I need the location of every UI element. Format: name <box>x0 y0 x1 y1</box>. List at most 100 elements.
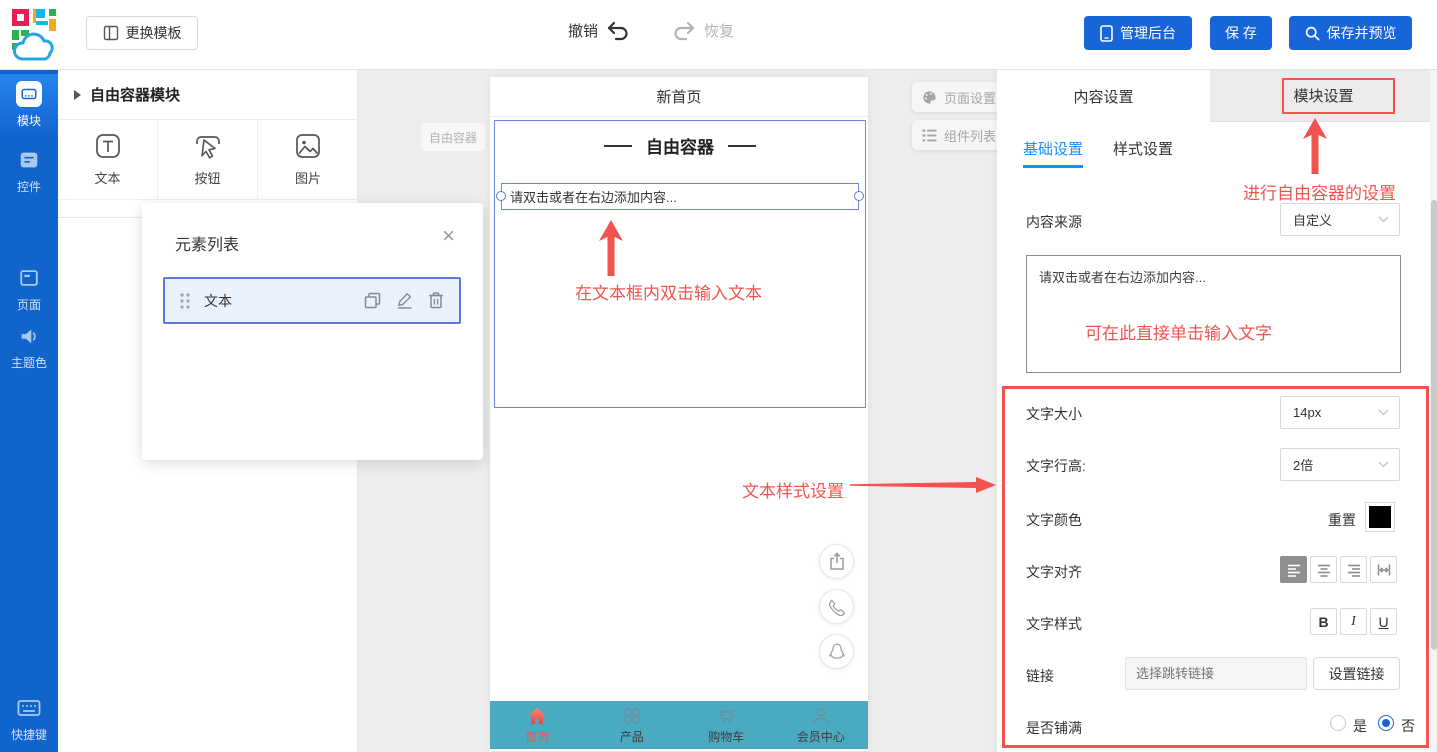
tab-module-settings[interactable]: 模块设置 <box>1210 70 1437 122</box>
save-preview-label: 保存并预览 <box>1327 23 1397 43</box>
annotation-type-here: 可在此直接单击输入文字 <box>1085 319 1272 344</box>
controls-icon <box>16 147 42 173</box>
tab-content-settings[interactable]: 内容设置 <box>997 70 1210 122</box>
font-size-select[interactable]: 14px <box>1280 396 1400 429</box>
nav-item-label: 首页 <box>525 728 549 745</box>
fill-yes-label[interactable]: 是 <box>1353 716 1367 736</box>
text-color-label: 文字颜色 <box>1026 510 1082 530</box>
sidebar-item-modules[interactable]: 模块 <box>0 74 58 136</box>
title-dash-right <box>728 145 756 147</box>
align-center-button[interactable] <box>1310 556 1337 583</box>
sidebar-item-label: 快捷键 <box>11 726 47 743</box>
page-title-bar: 新首页 <box>490 77 868 117</box>
sidebar-item-shortcuts[interactable]: 快捷键 <box>0 688 58 750</box>
close-icon[interactable]: × <box>442 225 455 247</box>
undo-icon <box>606 21 630 41</box>
align-right-icon <box>1346 562 1362 578</box>
undo-button[interactable]: 撤销 <box>568 20 630 41</box>
container-chip-label: 自由容器 <box>429 129 477 146</box>
set-link-button[interactable]: 设置链接 <box>1313 657 1400 690</box>
link-input[interactable] <box>1125 657 1307 690</box>
italic-button[interactable]: I <box>1340 608 1367 635</box>
redo-icon <box>672 21 696 41</box>
chevron-down-icon <box>1378 461 1389 468</box>
line-height-label: 文字行高: <box>1026 456 1086 476</box>
subtab-style-settings[interactable]: 样式设置 <box>1113 122 1173 174</box>
save-button[interactable]: 保 存 <box>1210 16 1272 50</box>
change-template-button[interactable]: 更换模板 <box>86 16 198 50</box>
color-reset-button[interactable]: 重置 <box>1328 510 1356 530</box>
fill-no-label[interactable]: 否 <box>1401 716 1415 736</box>
subtab-basic-settings[interactable]: 基础设置 <box>1023 122 1083 174</box>
edit-icon[interactable] <box>395 291 414 310</box>
module-item-text[interactable]: 文本 <box>58 120 158 199</box>
logo-icon <box>9 5 59 63</box>
nav-item-label: 产品 <box>620 728 644 745</box>
keyboard-icon <box>16 695 42 721</box>
admin-backend-label: 管理后台 <box>1120 23 1176 43</box>
nav-item-label: 会员中心 <box>797 728 845 745</box>
align-right-button[interactable] <box>1340 556 1367 583</box>
sidebar-item-theme[interactable]: 主题色 <box>0 316 58 378</box>
home-icon <box>526 706 548 726</box>
nav-item-products[interactable]: 产品 <box>585 701 680 749</box>
text-element[interactable]: 请双击或者在右边添加内容... <box>501 183 859 210</box>
module-item-label: 图片 <box>295 168 321 187</box>
sidebar-item-label: 主题色 <box>11 354 47 371</box>
nav-item-member[interactable]: 会员中心 <box>774 701 869 749</box>
products-icon <box>621 706 643 726</box>
page-title: 新首页 <box>656 86 701 107</box>
module-item-image[interactable]: 图片 <box>258 120 358 199</box>
sidebar-item-controls[interactable]: 控件 <box>0 140 58 202</box>
panel-scrollbar-thumb[interactable] <box>1431 200 1437 650</box>
share-fab[interactable] <box>819 544 854 579</box>
align-left-button[interactable] <box>1280 556 1307 583</box>
save-preview-button[interactable]: 保存并预览 <box>1289 16 1412 50</box>
fill-no-radio[interactable] <box>1378 715 1394 731</box>
content-textarea[interactable]: 请双击或者在右边添加内容... 可在此直接单击输入文字 <box>1026 255 1401 373</box>
free-container-module[interactable]: 自由容器 请双击或者在右边添加内容... <box>494 120 866 408</box>
page-settings-button[interactable]: 页面设置 <box>912 82 1004 112</box>
left-rail: 模块 控件 页面 主题色 快捷键 <box>0 70 58 752</box>
element-item-label: 文本 <box>204 291 350 311</box>
content-source-select[interactable]: 自定义 <box>1280 203 1400 236</box>
resize-handle-right[interactable] <box>854 191 864 201</box>
resize-handle-left[interactable] <box>496 191 506 201</box>
modules-icon <box>16 81 42 107</box>
modules-panel-header[interactable]: 自由容器模块 <box>58 70 358 120</box>
top-bar: 更换模板 撤销 恢复 管理后台 保 存 <box>0 0 1437 70</box>
bottom-nav: 首页 产品 购物车 <box>490 701 868 749</box>
element-list-item-text[interactable]: 文本 <box>163 277 461 324</box>
bold-button[interactable]: B <box>1310 608 1337 635</box>
editor-window: 更换模板 撤销 恢复 管理后台 保 存 <box>0 0 1437 752</box>
element-list-title: 元素列表 <box>175 231 239 255</box>
color-swatch[interactable] <box>1365 502 1395 532</box>
fill-yes-radio[interactable] <box>1330 715 1346 731</box>
align-stretch-icon <box>1376 562 1392 578</box>
nav-item-cart[interactable]: 购物车 <box>679 701 774 749</box>
list-icon <box>922 129 937 142</box>
cart-icon <box>715 706 737 726</box>
admin-backend-button[interactable]: 管理后台 <box>1084 16 1192 50</box>
phone-fab[interactable] <box>819 589 854 624</box>
duplicate-icon[interactable] <box>363 291 382 310</box>
red-arrow-up-tab <box>1300 118 1330 176</box>
qq-fab[interactable] <box>819 634 854 669</box>
page-settings-label: 页面设置 <box>944 88 996 107</box>
delete-icon[interactable] <box>427 291 445 310</box>
line-height-select[interactable]: 2倍 <box>1280 448 1400 481</box>
title-dash-left <box>604 145 632 147</box>
sidebar-item-pages[interactable]: 页面 <box>0 258 58 320</box>
subtab-label: 基础设置 <box>1023 138 1083 159</box>
component-list-button[interactable]: 组件列表 <box>912 120 1004 150</box>
redo-button[interactable]: 恢复 <box>672 20 734 41</box>
nav-item-home[interactable]: 首页 <box>490 701 585 749</box>
pages-icon <box>16 265 42 291</box>
settings-panel: 内容设置 模块设置 基础设置 样式设置 内容来源 自定义 请双击或者在右边添加内… <box>997 70 1437 752</box>
module-item-button[interactable]: 按钮 <box>158 120 258 199</box>
drag-handle-icon[interactable] <box>179 292 191 310</box>
align-justify-button[interactable] <box>1370 556 1397 583</box>
redo-label: 恢复 <box>704 20 734 41</box>
underline-button[interactable]: U <box>1370 608 1397 635</box>
text-element-value: 请双击或者在右边添加内容... <box>510 187 677 206</box>
